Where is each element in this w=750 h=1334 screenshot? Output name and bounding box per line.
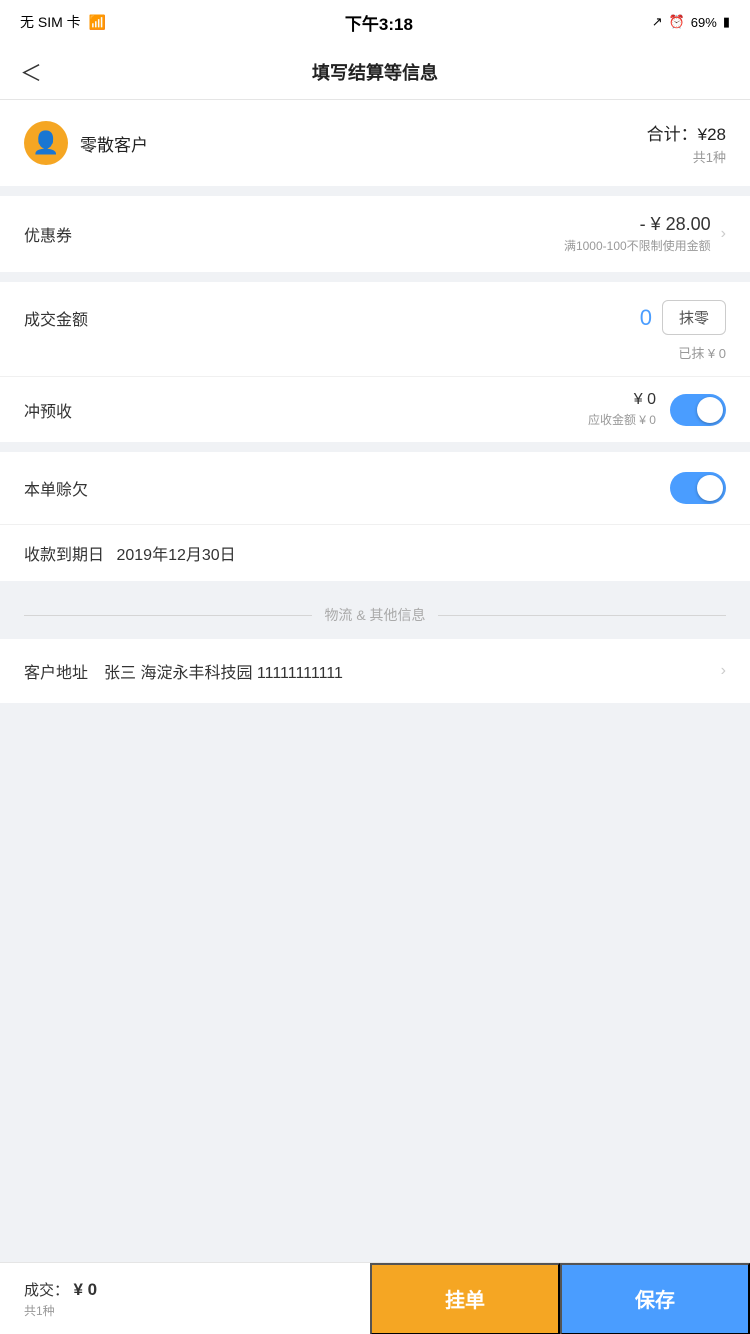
prepayment-right: ¥ 0 应收金额 ¥ 0: [588, 391, 726, 428]
round-button[interactable]: 抹零: [662, 300, 726, 335]
bottom-bar: 成交： ¥ 0 共1种 挂单 保存: [0, 1262, 750, 1334]
page-title: 填写结算等信息: [312, 59, 438, 85]
wifi-icon: 📶: [89, 14, 106, 31]
customer-name: 零散客户: [80, 131, 148, 156]
battery-percent: 69%: [691, 15, 717, 30]
transaction-value: 0: [640, 305, 652, 331]
status-time: 下午3:18: [345, 10, 413, 35]
debt-toggle[interactable]: [670, 472, 726, 504]
transaction-right: 0 抹零: [640, 300, 726, 335]
debt-toggle-knob: [697, 475, 723, 501]
logistics-divider: 物流 & 其他信息: [0, 591, 750, 639]
transaction-section: 成交金额 0 抹零 已抹 ¥ 0 冲预收 ¥ 0 应收金额 ¥ 0: [0, 282, 750, 442]
coupon-details: - ¥ 28.00 满1000-100不限制使用金额: [564, 214, 711, 254]
address-row[interactable]: 客户地址 张三 海淀永丰科技园 11111111111 ›: [0, 639, 750, 703]
bottom-deal-label: 成交：: [24, 1282, 69, 1299]
empty-area: [0, 713, 750, 893]
battery-icon: ▮: [723, 14, 730, 30]
total-amount: 合计：¥28: [647, 120, 726, 145]
bottom-deal-row: 成交： ¥ 0: [24, 1279, 346, 1300]
address-chevron-icon: ›: [721, 662, 726, 680]
customer-totals: 合计：¥28 共1种: [647, 120, 726, 166]
prepayment-amounts: ¥ 0 应收金额 ¥ 0: [588, 391, 656, 428]
back-button[interactable]: ＜: [20, 56, 42, 88]
save-button[interactable]: 保存: [560, 1263, 750, 1334]
prepayment-label: 冲预收: [24, 398, 72, 422]
sim-status: 无 SIM 卡: [20, 12, 81, 32]
alarm-icon: ⏰: [669, 14, 685, 30]
prepayment-toggle[interactable]: [670, 394, 726, 426]
debt-row: 本单赊欠: [0, 452, 750, 524]
coupon-row[interactable]: 优惠券 - ¥ 28.00 满1000-100不限制使用金额 ›: [0, 196, 750, 272]
coupon-right-area: - ¥ 28.00 满1000-100不限制使用金额 ›: [564, 214, 726, 254]
coupon-section[interactable]: 优惠券 - ¥ 28.00 满1000-100不限制使用金额 ›: [0, 196, 750, 272]
receivable-amount: 应收金额 ¥ 0: [588, 411, 656, 428]
customer-avatar: 👤: [24, 121, 68, 165]
total-count: 共1种: [647, 147, 726, 166]
debt-label: 本单赊欠: [24, 476, 88, 500]
bottom-summary: 成交： ¥ 0 共1种: [0, 1279, 370, 1319]
customer-left: 👤 零散客户: [24, 121, 148, 165]
address-value: 张三 海淀永丰科技园 11111111111: [104, 659, 721, 683]
avatar-icon: 👤: [32, 130, 59, 156]
divider-text: 物流 & 其他信息: [312, 605, 437, 625]
due-date-label: 收款到期日: [24, 547, 104, 564]
prepayment-row: 冲预收 ¥ 0 应收金额 ¥ 0: [0, 376, 750, 442]
status-bar: 无 SIM 卡 📶 下午3:18 ↗ ⏰ 69% ▮: [0, 0, 750, 44]
toggle-knob: [697, 397, 723, 423]
address-section[interactable]: 客户地址 张三 海淀永丰科技园 11111111111 ›: [0, 639, 750, 703]
chevron-right-icon: ›: [721, 225, 726, 243]
bottom-deal-amount: ¥ 0: [73, 1280, 97, 1299]
nav-bar: ＜ 填写结算等信息: [0, 44, 750, 100]
debt-section: 本单赊欠 收款到期日 2019年12月30日: [0, 452, 750, 581]
coupon-discount: - ¥ 28.00: [564, 214, 711, 235]
status-right: ↗ ⏰ 69% ▮: [652, 14, 730, 30]
bottom-count: 共1种: [24, 1302, 346, 1319]
location-icon: ↗: [652, 14, 663, 30]
address-label: 客户地址: [24, 659, 88, 683]
customer-row: 👤 零散客户 合计：¥28 共1种: [0, 100, 750, 186]
transaction-row: 成交金额 0 抹零: [0, 282, 750, 343]
coupon-description: 满1000-100不限制使用金额: [564, 237, 711, 254]
coupon-label: 优惠券: [24, 222, 72, 246]
already-rounded-text: 已抹 ¥ 0: [0, 343, 750, 376]
status-left: 无 SIM 卡 📶: [20, 12, 106, 32]
due-date-value: 2019年12月30日: [116, 547, 235, 564]
transaction-label: 成交金额: [24, 306, 88, 330]
customer-section: 👤 零散客户 合计：¥28 共1种: [0, 100, 750, 186]
due-date-row: 收款到期日 2019年12月30日: [0, 524, 750, 581]
prepayment-amount: ¥ 0: [588, 391, 656, 409]
pending-button[interactable]: 挂单: [370, 1263, 560, 1334]
